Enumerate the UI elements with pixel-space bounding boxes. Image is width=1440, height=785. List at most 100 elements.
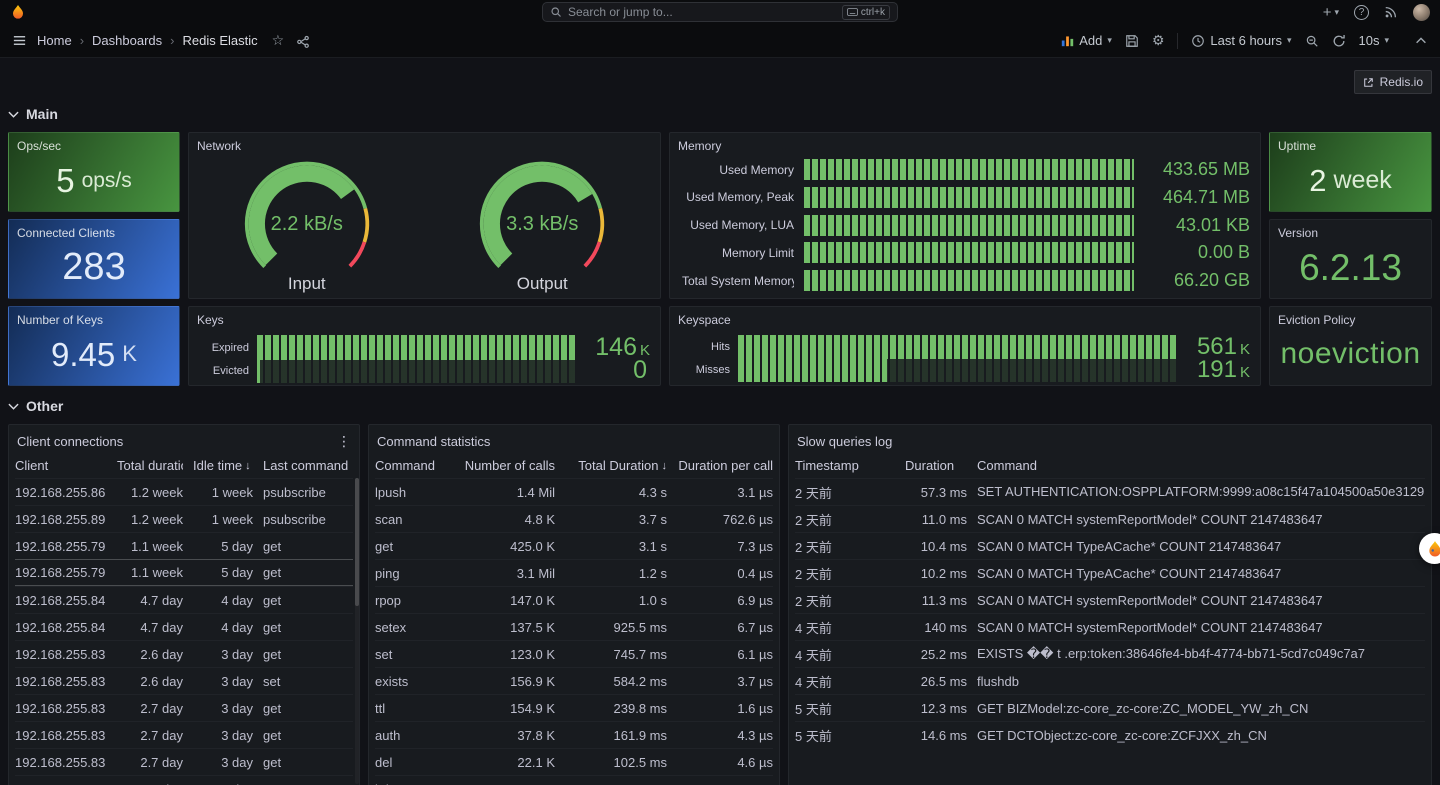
panel-title[interactable]: Slow queries log (797, 434, 892, 449)
bargauge-label: Used Memory (719, 162, 794, 177)
column-header-timestamp[interactable]: Timestamp (795, 458, 895, 473)
user-avatar[interactable] (1413, 3, 1430, 21)
table-row: 192.168.255.83… 2.6 day 3 day get (15, 640, 353, 667)
bargauge-fill (804, 270, 1134, 291)
scrollbar-thumb[interactable] (355, 478, 359, 606)
panel-title[interactable]: Keyspace (670, 307, 1260, 327)
cell-total-duration: 1.2 s (638, 565, 667, 581)
save-dashboard-button[interactable] (1125, 34, 1139, 48)
panel-title[interactable]: Memory (670, 133, 1260, 153)
bargauge-fill (804, 159, 1134, 180)
column-header-client[interactable]: Client (15, 458, 107, 473)
keyspace-bargauge-list: Hits 561 K Misses 191 K (682, 335, 1250, 382)
column-header-command[interactable]: Command (375, 458, 453, 473)
cell-command: lpush (375, 484, 407, 500)
help-icon[interactable]: ? (1354, 4, 1369, 20)
panel-command-statistics: Command statistics Command Number of cal… (368, 424, 780, 785)
top-nav: Search or jump to... ctrl+k + ▾ ? (0, 0, 1440, 24)
table-row: 192.168.255.89… 1.2 week 1 week psubscri… (15, 505, 353, 532)
gauge-label: Output (516, 274, 568, 293)
section-header-other[interactable]: Other (8, 396, 1432, 416)
cell-duration-per-call: 7.3 µs (737, 538, 773, 554)
refresh-button[interactable] (1332, 34, 1346, 48)
breadcrumb-current[interactable]: Redis Elastic (182, 33, 257, 48)
share-icon[interactable] (296, 34, 310, 48)
panel-title[interactable]: Command statistics (377, 434, 490, 449)
cell-client: 192.168.255.83… (15, 646, 107, 662)
cell-idle-time: 1 week (211, 511, 253, 527)
time-range-picker[interactable]: Last 6 hours ▾ (1191, 33, 1292, 48)
bargauge-track (804, 270, 1134, 291)
keyboard-icon (846, 8, 858, 16)
column-header-number-of-calls[interactable]: Number of calls (463, 458, 555, 473)
cell-command: del (375, 754, 393, 770)
redis-io-link-button[interactable]: Redis.io (1353, 70, 1432, 94)
zoom-out-button[interactable] (1305, 34, 1319, 48)
cell-total-duration: 85.3 ms (565, 782, 667, 785)
cell-last-command: psubscribe (263, 511, 326, 527)
bargauge-track (738, 358, 1176, 382)
table-row: ttl 154.9 K 239.8 ms 1.6 µs (375, 694, 773, 721)
bargauge-fill (738, 335, 1176, 359)
search-shortcut-badge: ctrl+k (841, 4, 890, 20)
cell-last-command: get (263, 782, 353, 785)
refresh-interval-picker[interactable]: 10s ▾ (1359, 33, 1390, 48)
cell-total-duration: 102.5 ms (613, 754, 667, 770)
panel-title[interactable]: Keys (189, 307, 660, 327)
cell-client: 192.168.255.83… (15, 700, 107, 716)
cell-total-duration: 3.1 s (638, 538, 667, 554)
cell-number-of-calls: 156.9 K (510, 673, 555, 689)
cell-number-of-calls: 37.8 K (517, 727, 555, 743)
slow-queries-rows: 2 天前 57.3 ms SET AUTHENTICATION:OSPPLATF… (795, 478, 1425, 785)
collapse-toolbar-button[interactable] (1414, 34, 1428, 48)
table-row: 4 天前 26.5 ms flushdb (795, 667, 1425, 694)
column-header-last-command[interactable]: Last command (263, 458, 353, 473)
cell-duration: 10.4 ms (920, 538, 967, 554)
cell-duration: 11.0 ms (921, 511, 967, 527)
panel-memory: Memory Used Memory 433.65 MB Used Memory… (669, 132, 1261, 299)
grafana-logo-icon[interactable] (10, 4, 26, 20)
table-row: ping 3.1 Mil 1.2 s 0.4 µs (375, 559, 773, 586)
table-row: 2 天前 10.4 ms SCAN 0 MATCH TypeACache* CO… (795, 532, 1425, 559)
breadcrumb-home[interactable]: Home (37, 33, 72, 48)
panel-menu-icon[interactable]: ⋮ (337, 434, 351, 448)
cell-total-duration: 1.2 week (130, 484, 183, 500)
column-header-command[interactable]: Command (977, 458, 1425, 473)
cell-idle-time: 4 day (221, 619, 253, 635)
panel-title[interactable]: Network (189, 133, 660, 153)
cell-timestamp: 2 天前 (795, 566, 832, 582)
column-header-total-duration[interactable]: Total Duration ↓ (565, 458, 667, 473)
star-icon[interactable]: ☆ (272, 32, 285, 49)
cell-duration-per-call: 762.6 µs (722, 511, 773, 527)
dashboard-settings-button[interactable]: ⚙ (1152, 32, 1165, 49)
column-header-duration-per-call[interactable]: Duration per call (677, 458, 773, 473)
section-header-main[interactable]: Main (8, 104, 1432, 124)
table-row: set 123.0 K 745.7 ms 6.1 µs (375, 640, 773, 667)
cell-command: ltrim (375, 782, 453, 785)
hamburger-menu-icon[interactable] (12, 33, 27, 48)
cell-duration-per-call: 11.6 µs (677, 782, 773, 785)
cell-total-duration: 4.7 day (140, 619, 183, 635)
bargauge-fill (804, 186, 1134, 208)
cell-last-command: get (263, 538, 282, 554)
breadcrumb-dashboards[interactable]: Dashboards (92, 33, 162, 48)
table-row: setex 137.5 K 925.5 ms 6.7 µs (375, 613, 773, 640)
bargauge-label: Expired (211, 341, 249, 354)
cell-total-duration: 3.7 s (638, 511, 667, 527)
cell-total-duration: 2.7 day (140, 754, 183, 770)
grafana-flame-icon (1428, 540, 1440, 556)
panel-title[interactable]: Client connections (17, 434, 123, 449)
cell-command: GET BIZModel:zc-core_zc-core:ZC_MODEL_YW… (977, 700, 1309, 716)
cell-duration-per-call: 1.6 µs (737, 700, 773, 716)
table-scrollbar[interactable] (355, 478, 359, 784)
chevron-down-icon: ▾ (1286, 35, 1292, 45)
column-header-total-duration[interactable]: Total duration (117, 458, 183, 473)
column-header-idle-time[interactable]: Idle time ↓ (193, 458, 253, 473)
add-panel-button[interactable]: Add ▾ (1061, 33, 1112, 48)
dashboard-body: Redis.io Main Ops/sec 5 ops/s Network 2.… (0, 70, 1440, 785)
rss-icon[interactable] (1384, 5, 1398, 19)
search-input[interactable]: Search or jump to... ctrl+k (542, 2, 898, 22)
cell-total-duration: 2.7 day (117, 782, 183, 785)
new-menu-button[interactable]: + ▾ (1323, 4, 1339, 21)
column-header-duration[interactable]: Duration (905, 458, 967, 473)
